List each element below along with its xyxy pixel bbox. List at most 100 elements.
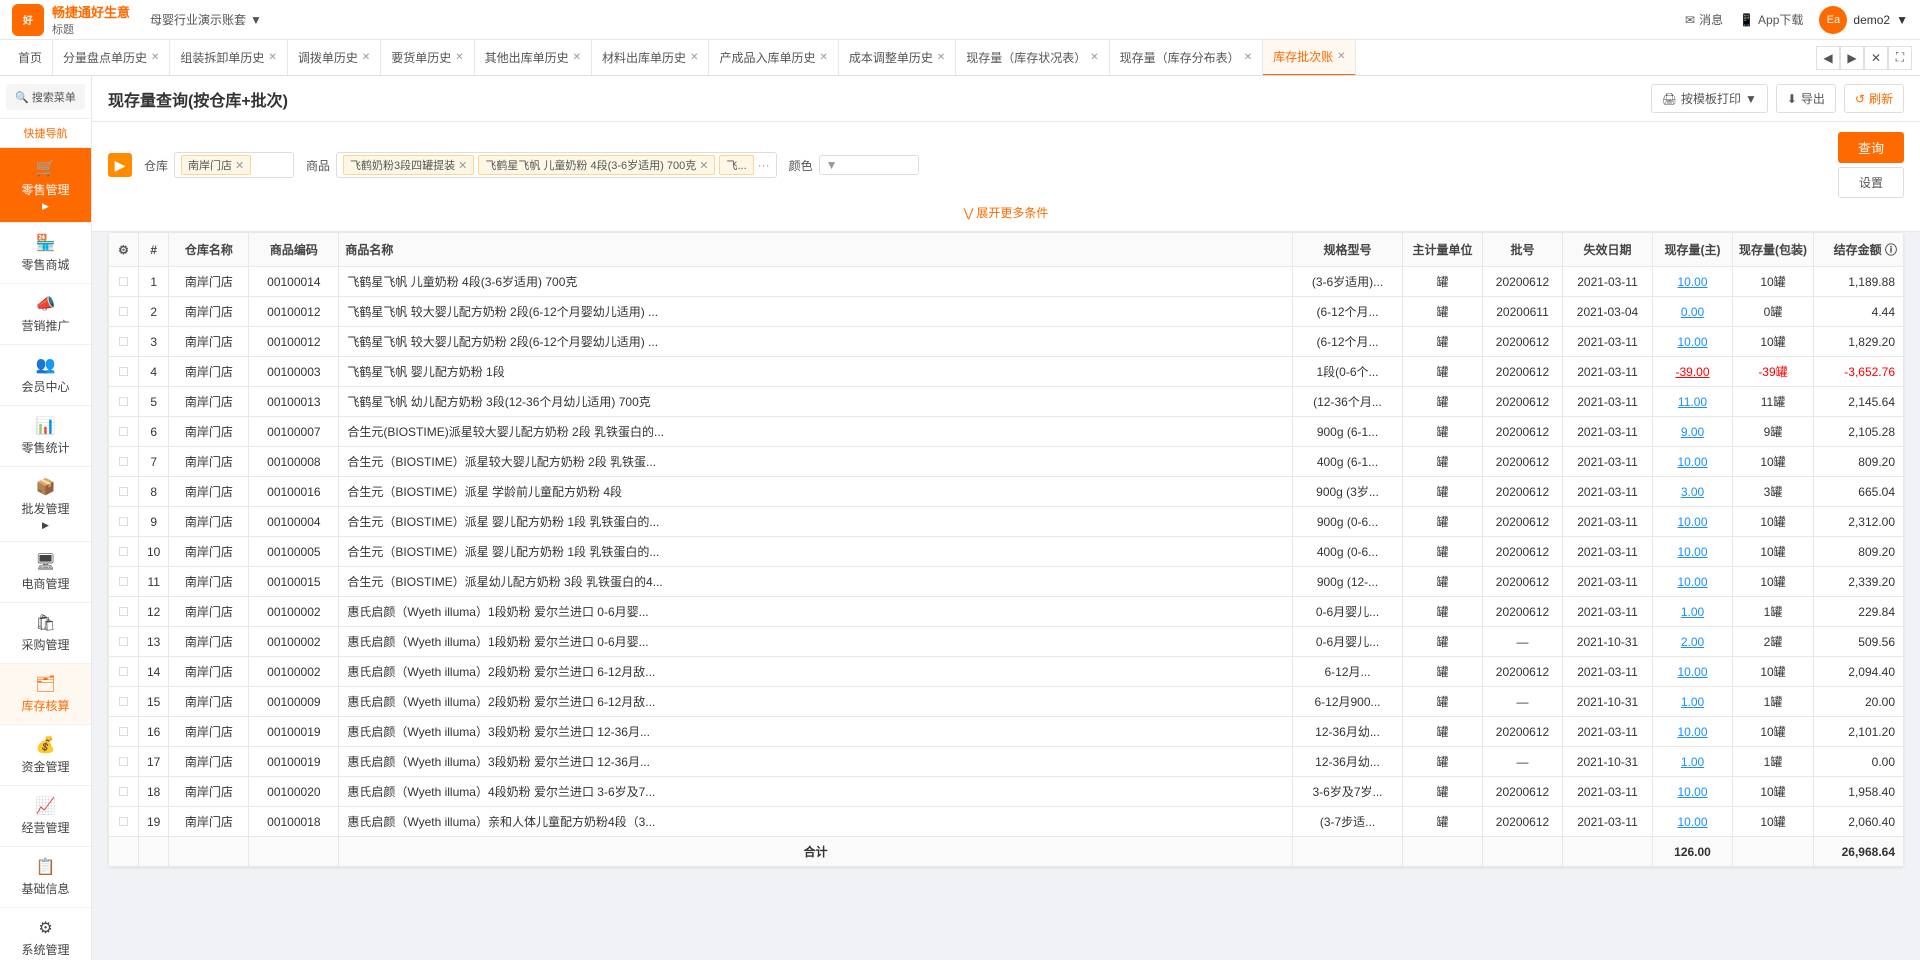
quicknav-btn[interactable]: 快捷导航: [0, 119, 91, 148]
sidebar-item-marketing[interactable]: 📣 营销推广: [0, 284, 91, 345]
row-qty-main[interactable]: 1.00: [1653, 687, 1733, 717]
tab-close-icon[interactable]: ✕: [573, 52, 581, 63]
tab-close-icon[interactable]: ✕: [937, 52, 945, 63]
sidebar-item-system[interactable]: ⚙ 系统管理: [0, 908, 91, 960]
tab-xiancun-fenbiao[interactable]: 现存量（库存分布表） ✕: [1110, 40, 1263, 76]
row-qty-main[interactable]: 10.00: [1653, 267, 1733, 297]
color-tag-group[interactable]: ▼: [819, 155, 919, 175]
row-qty-main[interactable]: 10.00: [1653, 807, 1733, 837]
tab-zuzhuang[interactable]: 组装拆卸单历史 ✕: [170, 40, 287, 76]
row-settings[interactable]: ☐: [109, 267, 139, 297]
tab-yaohuo[interactable]: 要货单历史 ✕: [381, 40, 474, 76]
row-settings[interactable]: ☐: [109, 657, 139, 687]
row-settings[interactable]: ☐: [109, 687, 139, 717]
expand-more-btn[interactable]: ⋁ 展开更多条件: [108, 204, 1904, 221]
settings-gear-icon[interactable]: ⚙: [118, 243, 129, 257]
tab-close-icon[interactable]: ✕: [690, 52, 698, 63]
sidebar-item-ops[interactable]: 📈 经营管理: [0, 786, 91, 847]
warehouse-tag-group[interactable]: 南岸门店 ✕: [174, 152, 294, 178]
tab-diaob[interactable]: 调拨单历史 ✕: [288, 40, 381, 76]
row-qty-main[interactable]: -39.00: [1653, 357, 1733, 387]
row-qty-main[interactable]: 10.00: [1653, 657, 1733, 687]
sidebar-item-ecommerce[interactable]: 🖥 电商管理: [0, 542, 91, 603]
product-tag-group[interactable]: 飞鹤奶粉3段四罐提装 ✕ 飞鹤星飞帆 儿童奶粉 4段(3-6岁适用) 700克 …: [336, 152, 777, 178]
sidebar-item-retail-mall[interactable]: 🏪 零售商城: [0, 223, 91, 284]
row-settings[interactable]: ☐: [109, 357, 139, 387]
warehouse-tag-close[interactable]: ✕: [235, 159, 244, 172]
sidebar-item-purchase[interactable]: 🛍 采购管理: [0, 603, 91, 664]
print-btn[interactable]: 🖨 按模板打印 ▼: [1651, 84, 1768, 113]
row-settings[interactable]: ☐: [109, 447, 139, 477]
row-qty-main[interactable]: 0.00: [1653, 297, 1733, 327]
product-tag-close-2[interactable]: ✕: [699, 159, 708, 172]
tab-chengben[interactable]: 成本调整单历史 ✕: [839, 40, 956, 76]
user-menu[interactable]: Ea demo2 ▼: [1819, 6, 1908, 34]
tab-close-icon[interactable]: ✕: [819, 52, 827, 63]
sidebar-item-inventory[interactable]: 🗂 库存核算: [0, 664, 91, 725]
tab-close-icon[interactable]: ✕: [268, 52, 276, 63]
row-settings[interactable]: ☐: [109, 507, 139, 537]
tab-close-icon[interactable]: ✕: [362, 52, 370, 63]
row-qty-main[interactable]: 10.00: [1653, 507, 1733, 537]
tab-maximize-btn[interactable]: ⛶: [1888, 46, 1912, 70]
row-settings[interactable]: ☐: [109, 567, 139, 597]
query-btn[interactable]: 查询: [1838, 132, 1904, 163]
refresh-btn[interactable]: ↺ 刷新: [1844, 84, 1904, 113]
tab-close-icon[interactable]: ✕: [1244, 52, 1252, 63]
sidebar-item-basic[interactable]: 📋 基础信息: [0, 847, 91, 908]
search-menu-btn[interactable]: 🔍 搜索菜单: [6, 84, 85, 110]
row-settings[interactable]: ☐: [109, 297, 139, 327]
row-settings[interactable]: ☐: [109, 387, 139, 417]
row-settings[interactable]: ☐: [109, 477, 139, 507]
filter-expand-btn[interactable]: ▶: [108, 153, 132, 177]
tab-home[interactable]: 首页: [8, 40, 53, 76]
row-settings[interactable]: ☐: [109, 417, 139, 447]
tab-cailiao-chuku[interactable]: 材料出库单历史 ✕: [592, 40, 709, 76]
row-qty-main[interactable]: 11.00: [1653, 387, 1733, 417]
tab-close-all-btn[interactable]: ✕: [1864, 46, 1888, 70]
row-qty-main[interactable]: 10.00: [1653, 537, 1733, 567]
sidebar-item-retail-stats[interactable]: 📊 零售统计: [0, 406, 91, 467]
row-qty-main[interactable]: 9.00: [1653, 417, 1733, 447]
tab-close-icon[interactable]: ✕: [1090, 52, 1098, 63]
export-btn[interactable]: ⬇ 导出: [1776, 84, 1836, 113]
tab-xiancun-kuanzhuang[interactable]: 现存量（库存状况表） ✕: [956, 40, 1109, 76]
sidebar-item-member[interactable]: 👥 会员中心: [0, 345, 91, 406]
sidebar-item-finance[interactable]: 💰 资金管理: [0, 725, 91, 786]
product-dots[interactable]: ···: [758, 158, 770, 172]
row-qty-main[interactable]: 10.00: [1653, 777, 1733, 807]
row-settings[interactable]: ☐: [109, 807, 139, 837]
tab-next-btn[interactable]: ▶: [1840, 46, 1864, 70]
row-settings[interactable]: ☐: [109, 777, 139, 807]
tab-close-icon[interactable]: ✕: [151, 52, 159, 63]
row-qty-main[interactable]: 10.00: [1653, 567, 1733, 597]
row-settings[interactable]: ☐: [109, 627, 139, 657]
sidebar-item-wholesale[interactable]: 📦 批发管理 ▶: [0, 467, 91, 542]
row-settings[interactable]: ☐: [109, 747, 139, 777]
tab-prev-btn[interactable]: ◀: [1816, 46, 1840, 70]
sidebar-item-retail-mgmt[interactable]: 🛒 零售管理 ▶: [0, 148, 91, 223]
app-download-btn[interactable]: 📱 App下载: [1739, 11, 1803, 28]
tab-fen-pindian[interactable]: 分量盘点单历史 ✕: [53, 40, 170, 76]
row-settings[interactable]: ☐: [109, 717, 139, 747]
row-settings[interactable]: ☐: [109, 597, 139, 627]
tab-kucun-pici[interactable]: 库存批次账 ✕: [1263, 40, 1356, 76]
industry-selector[interactable]: 母婴行业演示账套 ▼: [150, 11, 262, 28]
row-settings[interactable]: ☐: [109, 327, 139, 357]
row-qty-main[interactable]: 1.00: [1653, 747, 1733, 777]
tab-close-icon[interactable]: ✕: [1337, 51, 1345, 62]
row-qty-main[interactable]: 2.00: [1653, 627, 1733, 657]
row-qty-main[interactable]: 10.00: [1653, 717, 1733, 747]
tab-close-icon[interactable]: ✕: [455, 52, 463, 63]
tab-chengpin-ruku[interactable]: 产成品入库单历史 ✕: [709, 40, 838, 76]
row-qty-main[interactable]: 1.00: [1653, 597, 1733, 627]
row-qty-main[interactable]: 3.00: [1653, 477, 1733, 507]
message-btn[interactable]: ✉ 消息: [1685, 11, 1723, 28]
settings-btn[interactable]: 设置: [1838, 167, 1904, 198]
tab-qita-chuku[interactable]: 其他出库单历史 ✕: [475, 40, 592, 76]
row-settings[interactable]: ☐: [109, 537, 139, 567]
row-qty-main[interactable]: 10.00: [1653, 327, 1733, 357]
row-qty-main[interactable]: 10.00: [1653, 447, 1733, 477]
product-tag-close-1[interactable]: ✕: [458, 159, 467, 172]
color-dropdown-icon[interactable]: ▼: [826, 158, 838, 172]
